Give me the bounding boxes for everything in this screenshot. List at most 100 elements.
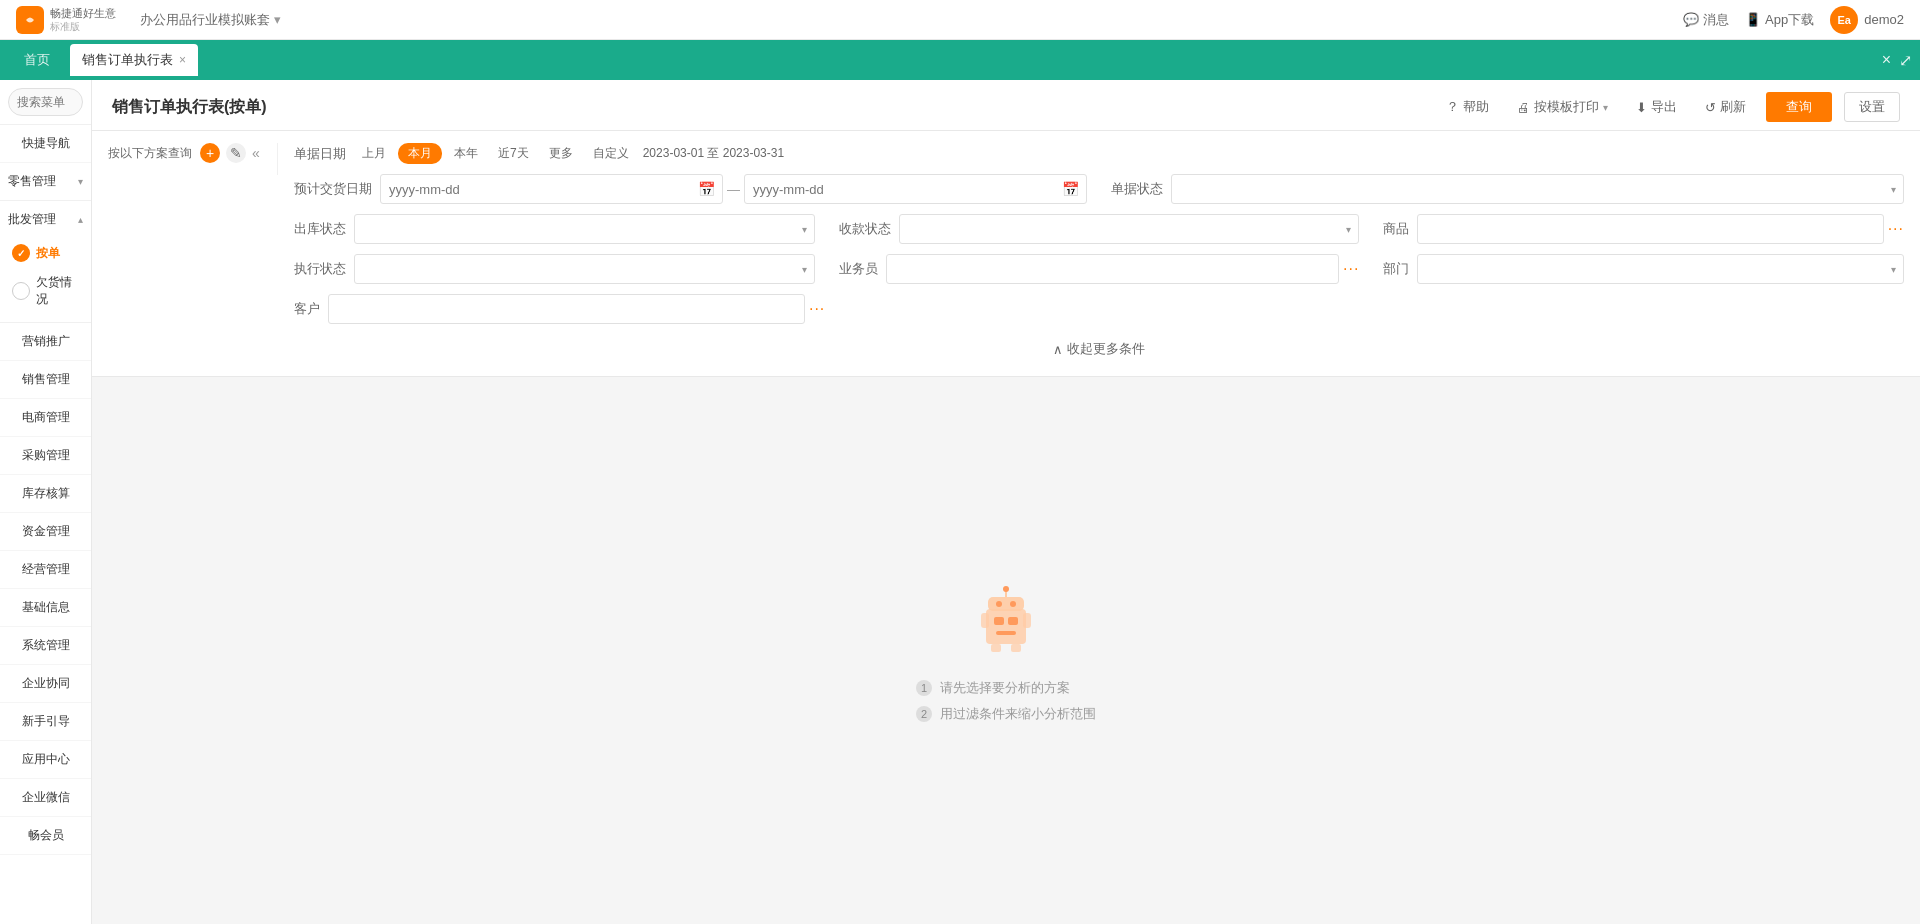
tab-sales-order[interactable]: 销售订单执行表 × [70,44,198,76]
scheme-collapse-button[interactable]: « [252,145,260,161]
filter-date: 单据日期 上月 本月 本年 近7天 更多 自定义 2023-03-01 至 20… [294,143,1904,164]
export-button[interactable]: ⬇ 导出 [1628,94,1685,120]
scheme-add-button[interactable]: + [200,143,220,163]
sidebar-item-qiye[interactable]: 企业协同 [0,665,91,703]
top-bar-right: 💬 消息 📱 App下载 Ea demo2 [1683,6,1904,34]
svg-rect-3 [1008,617,1018,625]
sidebar-item-xiaoshou[interactable]: 销售管理 [0,361,91,399]
empty-tips: 1 请先选择要分析的方案 2 用过滤条件来缩小分析范围 [916,679,1096,723]
date-to-input[interactable] [744,174,1087,204]
svg-rect-6 [1023,613,1031,628]
sidebar-item-xinshou[interactable]: 新手引导 [0,703,91,741]
scheme-edit-button[interactable]: ✎ [226,143,246,163]
dept-select[interactable] [1417,254,1904,284]
date-btn-more[interactable]: 更多 [541,143,581,164]
svg-rect-9 [988,597,1024,611]
refresh-icon: ↺ [1705,100,1716,115]
print-chevron-icon: ▾ [1603,102,1608,113]
sidebar-item-weixin[interactable]: 企业微信 [0,779,91,817]
mobile-icon: 📱 [1745,12,1761,27]
app-download-button[interactable]: 📱 App下载 [1745,11,1814,29]
exec-status-select[interactable] [354,254,815,284]
empty-tip-1: 1 请先选择要分析的方案 [916,679,1096,697]
doc-status-select[interactable] [1171,174,1904,204]
goods-dots-button[interactable]: ··· [1888,220,1904,238]
date-range-expected: 📅 — 📅 [380,174,1087,204]
scheme-actions: + ✎ « [200,143,260,163]
main-layout: 快捷导航 零售管理 ▾ 批发管理 ▴ ✓ 按单 欠货情况 [0,80,1920,924]
refresh-button[interactable]: ↺ 刷新 [1697,94,1754,120]
sidebar-item-caigou[interactable]: 采购管理 [0,437,91,475]
payment-status-select[interactable] [899,214,1360,244]
sidebar-item-kucun[interactable]: 库存核算 [0,475,91,513]
fullscreen-icon[interactable]: ⤢ [1899,51,1912,70]
sidebar: 快捷导航 零售管理 ▾ 批发管理 ▴ ✓ 按单 欠货情况 [0,80,92,924]
sidebar-item-yingxiao[interactable]: 营销推广 [0,323,91,361]
filter-area: 按以下方案查询 + ✎ « 单据日期 [92,131,1920,377]
salesperson-dots-button[interactable]: ··· [1343,260,1359,278]
sidebar-item-jingying[interactable]: 经营管理 [0,551,91,589]
plan-query-section: ✓ 按单 欠货情况 [0,238,91,322]
filter-dept: 部门 ▾ [1383,254,1904,284]
sidebar-item-zijin[interactable]: 资金管理 [0,513,91,551]
query-button[interactable]: 查询 [1766,92,1832,122]
tab-close-icon[interactable]: × [179,53,186,67]
svg-rect-4 [996,631,1016,635]
page-header: 销售订单执行表(按单) ？ 帮助 🖨 按模板打印 ▾ ⬇ 导出 ↺ 刷新 [92,80,1920,131]
svg-point-13 [1003,586,1009,592]
breadcrumb-text: 办公用品行业模拟账套 [140,11,270,29]
svg-rect-5 [981,613,989,628]
customer-dots-button[interactable]: ··· [809,300,825,318]
page-actions: ？ 帮助 🖨 按模板打印 ▾ ⬇ 导出 ↺ 刷新 查询 设置 [1438,92,1900,122]
tab-bar: 首页 销售订单执行表 × × ⤢ [0,40,1920,80]
dept-wrap: ▾ [1417,254,1904,284]
sidebar-item-huiyuan[interactable]: 畅会员 [0,817,91,855]
sidebar-item-lingshouguan[interactable]: 零售管理 ▾ [0,163,91,200]
sidebar-item-dianshang[interactable]: 电商管理 [0,399,91,437]
date-btn-this-month[interactable]: 本月 [398,143,442,164]
sidebar-item-xitong[interactable]: 系统管理 [0,627,91,665]
date-btn-custom[interactable]: 自定义 [585,143,637,164]
top-bar: 畅捷通好生意 标准版 办公用品行业模拟账套 ▾ 💬 消息 📱 App下载 Ea … [0,0,1920,40]
sidebar-subitem-andan[interactable]: ✓ 按单 [4,238,87,268]
collapse-button[interactable]: ∧ 收起更多条件 [294,334,1904,364]
search-input[interactable] [8,88,83,116]
sidebar-item-pifaguan[interactable]: 批发管理 ▴ [0,201,91,238]
print-button[interactable]: 🖨 按模板打印 ▾ [1509,94,1616,120]
logo-icon [16,6,44,34]
date-from-input[interactable] [380,174,723,204]
filter-payment-status: 收款状态 ▾ [839,214,1360,244]
sidebar-item-jichu[interactable]: 基础信息 [0,589,91,627]
printer-icon: 🖨 [1517,100,1530,115]
content-area: 销售订单执行表(按单) ？ 帮助 🖨 按模板打印 ▾ ⬇ 导出 ↺ 刷新 [92,80,1920,924]
sidebar-subitem-qianhuo[interactable]: 欠货情况 [4,268,87,314]
svg-rect-8 [1011,644,1021,652]
date-range-display: 2023-03-01 至 2023-03-31 [643,145,784,162]
active-indicator: ✓ [12,244,30,262]
customer-input[interactable] [328,294,805,324]
date-btn-last-month[interactable]: 上月 [354,143,394,164]
tab-home[interactable]: 首页 [8,44,66,76]
tip-num-2: 2 [916,706,932,722]
avatar: Ea [1830,6,1858,34]
user-menu-button[interactable]: Ea demo2 [1830,6,1904,34]
help-button[interactable]: ？ 帮助 [1438,94,1497,120]
filter-expected-date: 预计交货日期 📅 — 📅 [294,174,1087,204]
date-btn-this-year[interactable]: 本年 [446,143,486,164]
salesperson-input[interactable] [886,254,1339,284]
top-bar-left: 畅捷通好生意 标准版 办公用品行业模拟账套 ▾ [16,6,281,34]
settings-button[interactable]: 设置 [1844,92,1900,122]
inactive-indicator [12,282,30,300]
svg-point-10 [996,601,1002,607]
tab-bar-right: × ⤢ [1882,51,1912,70]
date-btn-7days[interactable]: 近7天 [490,143,537,164]
delivery-status-select[interactable] [354,214,815,244]
calendar-to-icon: 📅 [1062,181,1079,197]
message-button[interactable]: 💬 消息 [1683,11,1729,29]
sidebar-group-lingshouguan: 零售管理 ▾ [0,163,91,201]
sidebar-item-yingyong[interactable]: 应用中心 [0,741,91,779]
sidebar-item-kuaijie[interactable]: 快捷导航 [0,125,91,163]
chevron-down-icon[interactable]: ▾ [274,12,281,27]
goods-input[interactable] [1417,214,1883,244]
close-window-icon[interactable]: × [1882,51,1891,69]
